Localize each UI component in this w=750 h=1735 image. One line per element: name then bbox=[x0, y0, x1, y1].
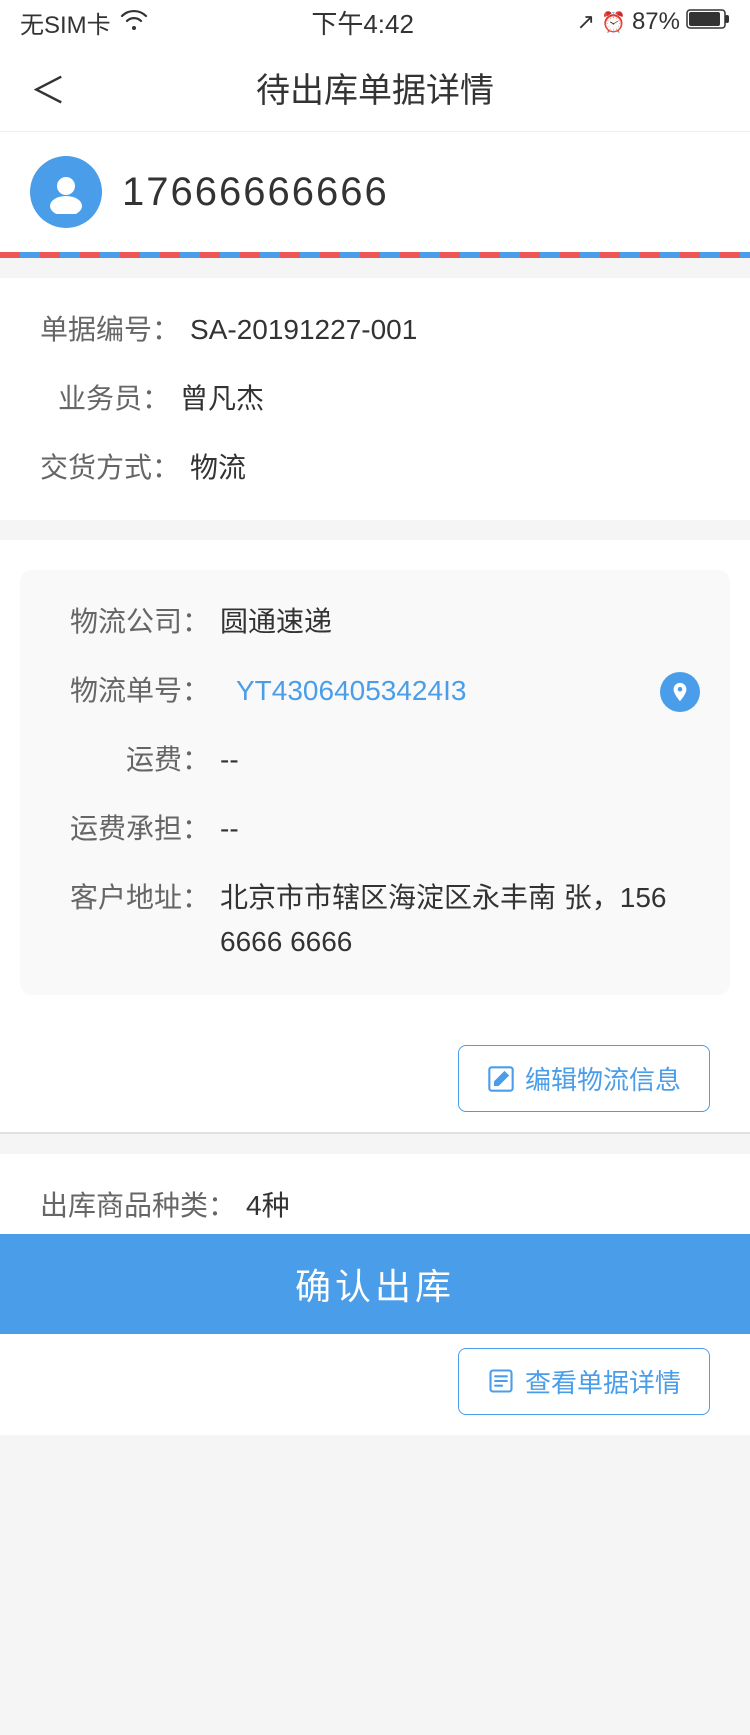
salesperson-label: 业务员： bbox=[40, 377, 170, 422]
goods-type-label: 出库商品种类： bbox=[40, 1184, 236, 1229]
page-title: 待出库单据详情 bbox=[256, 63, 494, 112]
order-no-row: 单据编号： SA-20191227-001 bbox=[40, 308, 710, 353]
edit-logistics-label: 编辑物流信息 bbox=[525, 1060, 681, 1097]
customer-phone: 17666666666 bbox=[122, 170, 389, 215]
status-right: ↗ ⏰ 87% bbox=[577, 8, 730, 37]
section-divider bbox=[0, 1132, 750, 1134]
logistics-company-value: 圆通速递 bbox=[220, 600, 700, 645]
edit-logistics-button[interactable]: 编辑物流信息 bbox=[458, 1045, 710, 1112]
dashed-divider bbox=[0, 252, 750, 258]
delivery-row: 交货方式： 物流 bbox=[40, 446, 710, 491]
order-no-label: 单据编号： bbox=[40, 308, 180, 353]
empty-space bbox=[0, 1435, 750, 1635]
salesperson-value: 曾凡杰 bbox=[180, 377, 710, 422]
location-status-icon: ↗ bbox=[577, 9, 595, 35]
bottom-area: 确认出库 bbox=[0, 1234, 750, 1334]
view-detail-label: 查看单据详情 bbox=[525, 1363, 681, 1400]
battery-percent: 87% bbox=[632, 8, 680, 36]
freight-value: -- bbox=[220, 738, 700, 783]
freight-bearer-row: 运费承担： -- bbox=[50, 807, 700, 852]
delivery-label: 交货方式： bbox=[40, 446, 180, 491]
freight-bearer-value: -- bbox=[220, 807, 700, 852]
detail-btn-row: 查看单据详情 bbox=[0, 1328, 750, 1435]
edit-btn-row: 编辑物流信息 bbox=[0, 1025, 750, 1132]
address-label: 客户地址： bbox=[50, 876, 210, 921]
goods-type-row: 出库商品种类： 4种 bbox=[40, 1184, 710, 1229]
order-no-value: SA-20191227-001 bbox=[190, 308, 710, 353]
delivery-value: 物流 bbox=[190, 446, 710, 491]
tracking-location-icon[interactable] bbox=[660, 672, 700, 712]
view-detail-button[interactable]: 查看单据详情 bbox=[458, 1348, 710, 1415]
avatar bbox=[30, 156, 102, 228]
status-time: 下午4:42 bbox=[311, 4, 414, 41]
address-row: 客户地址： 北京市市辖区海淀区永丰南 张，156 6666 6666 bbox=[50, 876, 700, 966]
order-info-section: 单据编号： SA-20191227-001 业务员： 曾凡杰 交货方式： 物流 bbox=[0, 278, 750, 520]
logistics-company-row: 物流公司： 圆通速递 bbox=[50, 600, 700, 645]
logistics-section: 物流公司： 圆通速递 物流单号： YT43064053424I3 运费： -- … bbox=[0, 540, 750, 1025]
alarm-icon: ⏰ bbox=[601, 10, 626, 35]
freight-row: 运费： -- bbox=[50, 738, 700, 783]
freight-label: 运费： bbox=[50, 738, 210, 783]
status-left: 无SIM卡 bbox=[20, 5, 149, 40]
status-bar: 无SIM卡 下午4:42 ↗ ⏰ 87% bbox=[0, 0, 750, 44]
freight-bearer-label: 运费承担： bbox=[50, 807, 210, 852]
goods-type-value: 4种 bbox=[246, 1184, 710, 1229]
confirm-outbound-label: 确认出库 bbox=[295, 1258, 455, 1310]
address-value: 北京市市辖区海淀区永丰南 张，156 6666 6666 bbox=[220, 876, 700, 966]
tracking-no-row: 物流单号： YT43064053424I3 bbox=[50, 669, 700, 714]
battery-icon bbox=[686, 8, 730, 37]
logistics-card: 物流公司： 圆通速递 物流单号： YT43064053424I3 运费： -- … bbox=[20, 570, 730, 995]
wifi-icon bbox=[119, 8, 149, 37]
back-button[interactable]: ＜ bbox=[30, 62, 66, 114]
carrier-label: 无SIM卡 bbox=[20, 5, 111, 40]
customer-header: 17666666666 bbox=[0, 132, 750, 252]
tracking-no-label: 物流单号： bbox=[50, 669, 210, 714]
confirm-outbound-button[interactable]: 确认出库 bbox=[0, 1234, 750, 1334]
nav-bar: ＜ 待出库单据详情 bbox=[0, 44, 750, 132]
tracking-no-value: YT43064053424I3 bbox=[236, 669, 644, 714]
logistics-company-label: 物流公司： bbox=[50, 600, 210, 645]
salesperson-row: 业务员： 曾凡杰 bbox=[40, 377, 710, 422]
